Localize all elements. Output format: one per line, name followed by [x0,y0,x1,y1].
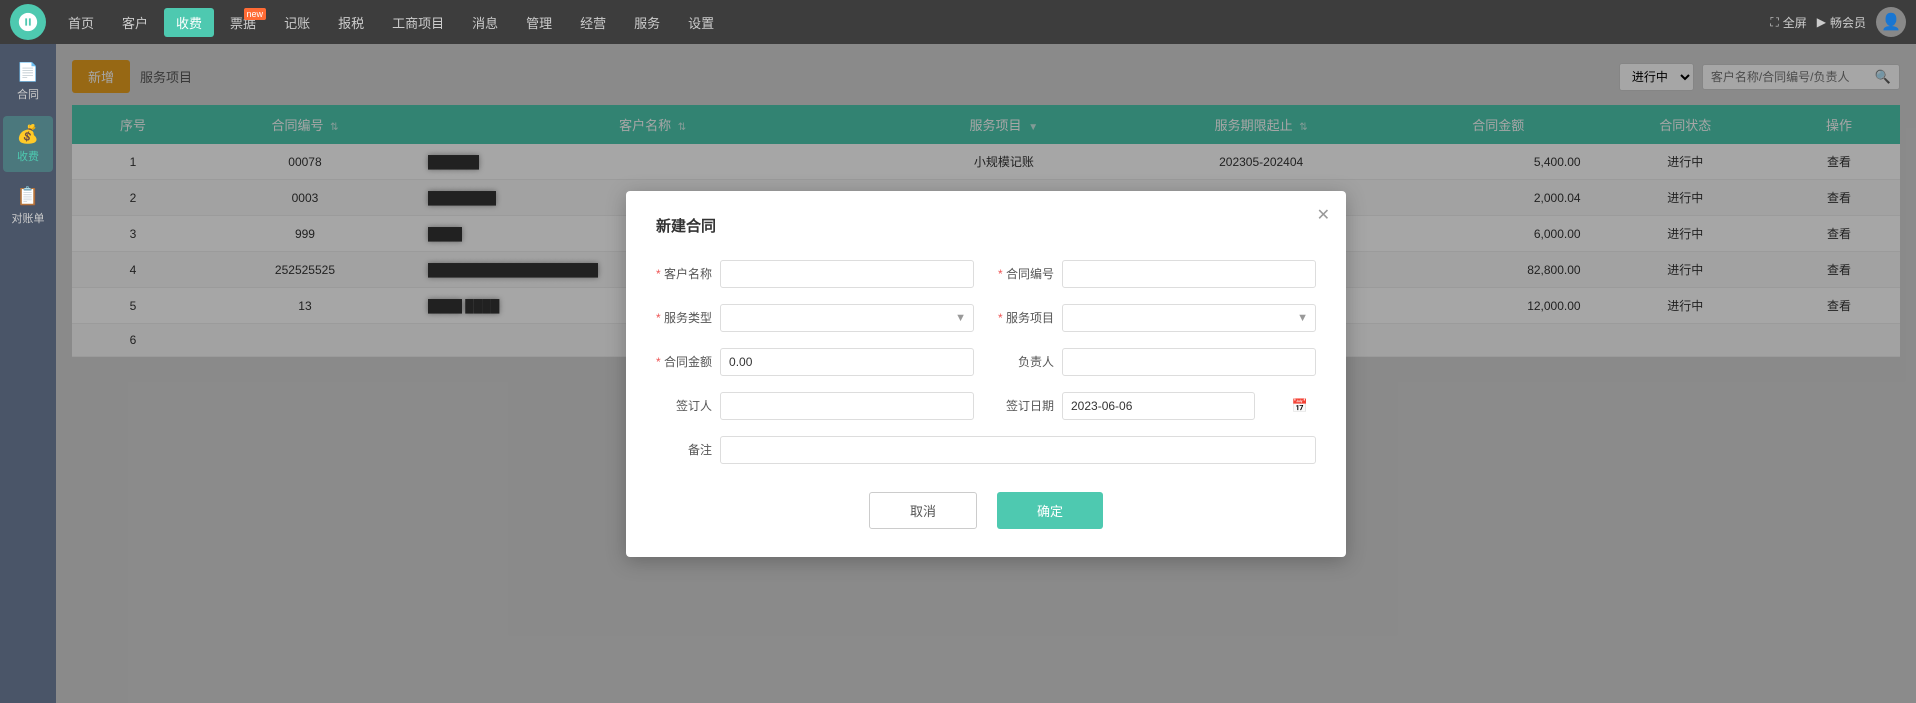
signer-label: 签订人 [656,397,712,414]
nav-invoice[interactable]: 票据 new [218,8,268,37]
customer-name-input[interactable] [720,260,974,288]
membership-button[interactable]: ▶ 畅会员 [1817,14,1866,31]
avatar[interactable]: 👤 [1876,7,1906,37]
play-icon: ▶ [1817,15,1826,29]
content-area: 新增 服务项目 进行中 已完成 已终止 🔍 序号 合同 [56,44,1916,703]
responsible-input[interactable] [1062,348,1316,376]
form-row-customer: 客户名称 [656,260,974,288]
nav-operation[interactable]: 经营 [568,8,618,37]
amount-input[interactable] [720,348,974,376]
modal-close-button[interactable]: ✕ [1317,205,1330,225]
sign-date-label: 签订日期 [998,397,1054,414]
membership-label: 畅会员 [1830,14,1866,31]
logo[interactable] [10,4,46,40]
remark-label: 备注 [656,441,712,458]
form-row-contract-no: 合同编号 [998,260,1316,288]
statement-icon: 📋 [17,186,39,207]
nav-right: ⛶ 全屏 ▶ 畅会员 👤 [1770,7,1906,37]
form-row-service-type: 服务类型 ▼ [656,304,974,332]
form-row-signer: 签订人 [656,392,974,420]
top-nav: 首页 客户 收费 票据 new 记账 报税 工商项目 消息 管理 经营 服务 设… [0,0,1916,44]
new-badge: new [244,8,267,20]
sidebar-label-fee: 收费 [17,148,39,164]
sign-date-input[interactable] [1062,392,1255,420]
modal-overlay: 新建合同 ✕ 客户名称 合同编号 服务类型 [56,44,1916,703]
nav-manage[interactable]: 管理 [514,8,564,37]
sign-date-wrap: 📅 [1062,392,1316,420]
modal-title: 新建合同 [656,215,1316,236]
nav-settings[interactable]: 设置 [676,8,726,37]
nav-business[interactable]: 工商项目 [380,8,456,37]
responsible-label: 负责人 [998,353,1054,370]
modal-footer: 取消 确定 [656,492,1316,529]
confirm-button[interactable]: 确定 [997,492,1103,529]
nav-home[interactable]: 首页 [56,8,106,37]
remark-input[interactable] [720,436,1316,464]
customer-name-label: 客户名称 [656,265,712,282]
nav-fee[interactable]: 收费 [164,8,214,37]
sidebar-item-fee[interactable]: 💰 收费 [3,116,53,172]
contract-no-input[interactable] [1062,260,1316,288]
calendar-icon: 📅 [1292,398,1308,414]
form-row-remark: 备注 [656,436,1316,464]
sidebar-label-statement: 对账单 [12,210,45,226]
nav-items: 首页 客户 收费 票据 new 记账 报税 工商项目 消息 管理 经营 服务 设… [56,8,1770,37]
fullscreen-label: 全屏 [1783,14,1807,31]
service-type-label: 服务类型 [656,309,712,326]
service-type-select[interactable] [720,304,974,332]
service-type-select-wrap: ▼ [720,304,974,332]
nav-message[interactable]: 消息 [460,8,510,37]
modal-create-contract: 新建合同 ✕ 客户名称 合同编号 服务类型 [626,191,1346,557]
sidebar-item-contract[interactable]: 📄 合同 [3,54,53,110]
contract-icon: 📄 [17,62,39,83]
service-project-label: 服务项目 [998,309,1054,326]
sidebar: 📄 合同 💰 收费 📋 对账单 [0,44,56,703]
form-row-sign-date: 签订日期 📅 [998,392,1316,420]
fee-icon: 💰 [17,124,39,145]
amount-label: 合同金额 [656,353,712,370]
cancel-button[interactable]: 取消 [869,492,977,529]
main-layout: 📄 合同 💰 收费 📋 对账单 新增 服务项目 进行中 已完成 已终止 [0,44,1916,703]
nav-bookkeeping[interactable]: 记账 [272,8,322,37]
form-grid: 客户名称 合同编号 服务类型 ▼ [656,260,1316,464]
service-project-select-wrap: ▼ [1062,304,1316,332]
sidebar-label-contract: 合同 [17,86,39,102]
fullscreen-button[interactable]: ⛶ 全屏 [1770,14,1806,31]
signer-input[interactable] [720,392,974,420]
form-row-amount: 合同金额 [656,348,974,376]
sidebar-item-statement[interactable]: 📋 对账单 [3,178,53,234]
form-row-service-project: 服务项目 ▼ [998,304,1316,332]
contract-no-label: 合同编号 [998,265,1054,282]
nav-service[interactable]: 服务 [622,8,672,37]
form-row-responsible: 负责人 [998,348,1316,376]
nav-customer[interactable]: 客户 [110,8,160,37]
fullscreen-icon: ⛶ [1770,15,1778,30]
nav-tax[interactable]: 报税 [326,8,376,37]
service-project-select[interactable] [1062,304,1316,332]
